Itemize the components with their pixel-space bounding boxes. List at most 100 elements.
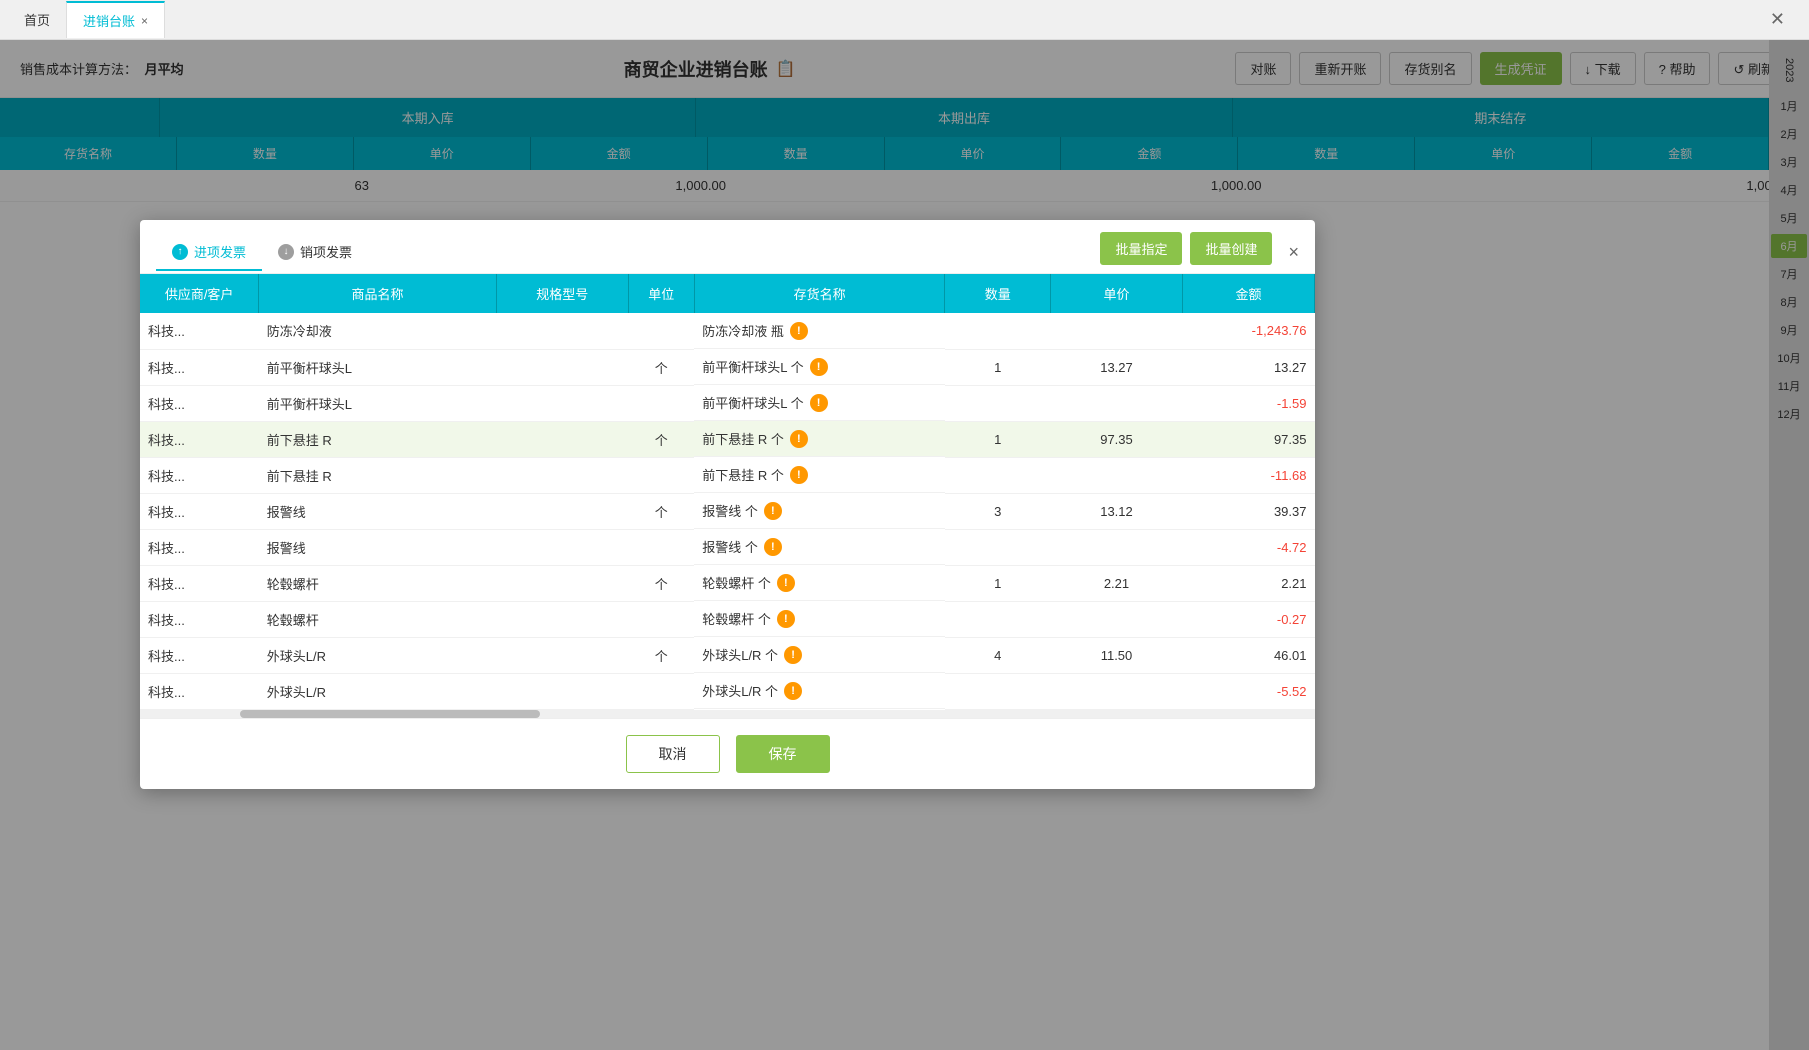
table-cell: 轮毂螺杆 个! (694, 565, 945, 601)
table-row: 科技...前下悬挂 R个前下悬挂 R 个!197.3597.35 (140, 421, 1315, 457)
table-cell (496, 673, 628, 709)
table-cell (496, 421, 628, 457)
table-cell (1051, 313, 1183, 349)
warning-icon: ! (777, 610, 795, 628)
table-cell: -1,243.76 (1182, 313, 1314, 349)
table-cell (945, 385, 1051, 421)
table-cell (1051, 385, 1183, 421)
dialog-header-actions: 批量指定 批量创建 (1100, 232, 1272, 273)
table-cell (945, 601, 1051, 637)
table-cell (945, 673, 1051, 709)
table-cell: 前平衡杆球头L 个! (694, 349, 945, 385)
table-cell: 科技... (140, 421, 259, 457)
table-cell (628, 313, 694, 349)
warning-icon: ! (810, 358, 828, 376)
table-cell (496, 349, 628, 385)
table-cell: 外球头L/R (259, 673, 497, 709)
table-cell (496, 529, 628, 565)
table-row: 科技...外球头L/R外球头L/R 个!-5.52 (140, 673, 1315, 709)
table-cell: 科技... (140, 457, 259, 493)
table-cell: 防冻冷却液 (259, 313, 497, 349)
table-cell: 防冻冷却液 瓶! (694, 313, 945, 349)
dialog-header: ↑ 进项发票 ↓ 销项发票 批量指定 批量创建 × (140, 220, 1315, 274)
table-cell: 39.37 (1182, 493, 1314, 529)
dialog-footer: 取消 保存 (140, 718, 1315, 789)
warning-icon: ! (790, 466, 808, 484)
table-cell: 报警线 个! (694, 529, 945, 565)
dialog-table[interactable]: 供应商/客户 商品名称 规格型号 单位 存货名称 数量 单价 金额 科技...防… (140, 274, 1315, 710)
table-cell (1051, 601, 1183, 637)
tab-ledger[interactable]: 进销台账 × (66, 1, 165, 38)
table-cell: 个 (628, 565, 694, 601)
table-cell (628, 601, 694, 637)
warning-icon: ! (810, 394, 828, 412)
dialog-scrollbar[interactable] (140, 710, 1315, 718)
table-cell: 报警线 (259, 493, 497, 529)
table-row: 科技...报警线个报警线 个!313.1239.37 (140, 493, 1315, 529)
table-cell: 前平衡杆球头L 个! (694, 385, 945, 421)
tab-close-icon[interactable]: × (141, 14, 148, 28)
table-cell: 轮毂螺杆 (259, 565, 497, 601)
batch-assign-button[interactable]: 批量指定 (1100, 232, 1182, 265)
table-cell: -4.72 (1182, 529, 1314, 565)
table-cell: 轮毂螺杆 个! (694, 601, 945, 637)
table-cell: 报警线 个! (694, 493, 945, 529)
table-cell: 科技... (140, 637, 259, 673)
dialog-close-button[interactable]: × (1288, 242, 1299, 263)
table-cell: 前下悬挂 R 个! (694, 421, 945, 457)
table-cell: 科技... (140, 601, 259, 637)
table-cell (1051, 529, 1183, 565)
table-row: 科技...报警线报警线 个!-4.72 (140, 529, 1315, 565)
table-cell (496, 385, 628, 421)
table-cell (628, 673, 694, 709)
table-cell: 外球头L/R (259, 637, 497, 673)
warning-icon: ! (790, 322, 808, 340)
table-cell: 科技... (140, 493, 259, 529)
table-cell (945, 457, 1051, 493)
table-cell (496, 565, 628, 601)
col-header-spec: 规格型号 (496, 274, 628, 313)
cancel-button[interactable]: 取消 (626, 735, 720, 773)
table-cell: 个 (628, 637, 694, 673)
outbound-tab-icon: ↓ (278, 244, 294, 260)
warning-icon: ! (784, 682, 802, 700)
table-cell: -5.52 (1182, 673, 1314, 709)
col-header-price: 单价 (1051, 274, 1183, 313)
warning-icon: ! (764, 502, 782, 520)
table-row: 科技...前下悬挂 R前下悬挂 R 个!-11.68 (140, 457, 1315, 493)
table-cell: 1 (945, 565, 1051, 601)
table-cell: 3 (945, 493, 1051, 529)
table-cell (496, 601, 628, 637)
warning-icon: ! (777, 574, 795, 592)
table-cell (945, 313, 1051, 349)
table-cell: 科技... (140, 565, 259, 601)
table-cell: 前下悬挂 R (259, 421, 497, 457)
table-cell (628, 529, 694, 565)
batch-create-button[interactable]: 批量创建 (1190, 232, 1272, 265)
save-button[interactable]: 保存 (736, 735, 830, 773)
warning-icon: ! (790, 430, 808, 448)
dialog-tab-inbound[interactable]: ↑ 进项发票 (156, 234, 262, 271)
window-close-button[interactable]: ✕ (1754, 9, 1801, 30)
col-header-qty: 数量 (945, 274, 1051, 313)
table-cell (1051, 673, 1183, 709)
table-cell (496, 313, 628, 349)
table-cell: 97.35 (1182, 421, 1314, 457)
table-cell: 科技... (140, 673, 259, 709)
table-cell: 前平衡杆球头L (259, 385, 497, 421)
table-cell: 13.27 (1182, 349, 1314, 385)
inbound-tab-icon: ↑ (172, 244, 188, 260)
tab-home[interactable]: 首页 (8, 2, 66, 37)
table-cell: 外球头L/R 个! (694, 637, 945, 673)
table-cell: 前平衡杆球头L (259, 349, 497, 385)
scrollbar-thumb[interactable] (240, 710, 540, 718)
dialog: ↑ 进项发票 ↓ 销项发票 批量指定 批量创建 × 供应商/客户 商品名称 规格 (140, 220, 1315, 789)
table-cell: 2.21 (1051, 565, 1183, 601)
col-header-unit: 单位 (628, 274, 694, 313)
table-row: 科技...前平衡杆球头L前平衡杆球头L 个!-1.59 (140, 385, 1315, 421)
table-row: 科技...轮毂螺杆个轮毂螺杆 个!12.212.21 (140, 565, 1315, 601)
table-cell: 13.27 (1051, 349, 1183, 385)
dialog-tab-outbound[interactable]: ↓ 销项发票 (262, 234, 368, 271)
table-cell: 科技... (140, 313, 259, 349)
table-cell (1051, 457, 1183, 493)
